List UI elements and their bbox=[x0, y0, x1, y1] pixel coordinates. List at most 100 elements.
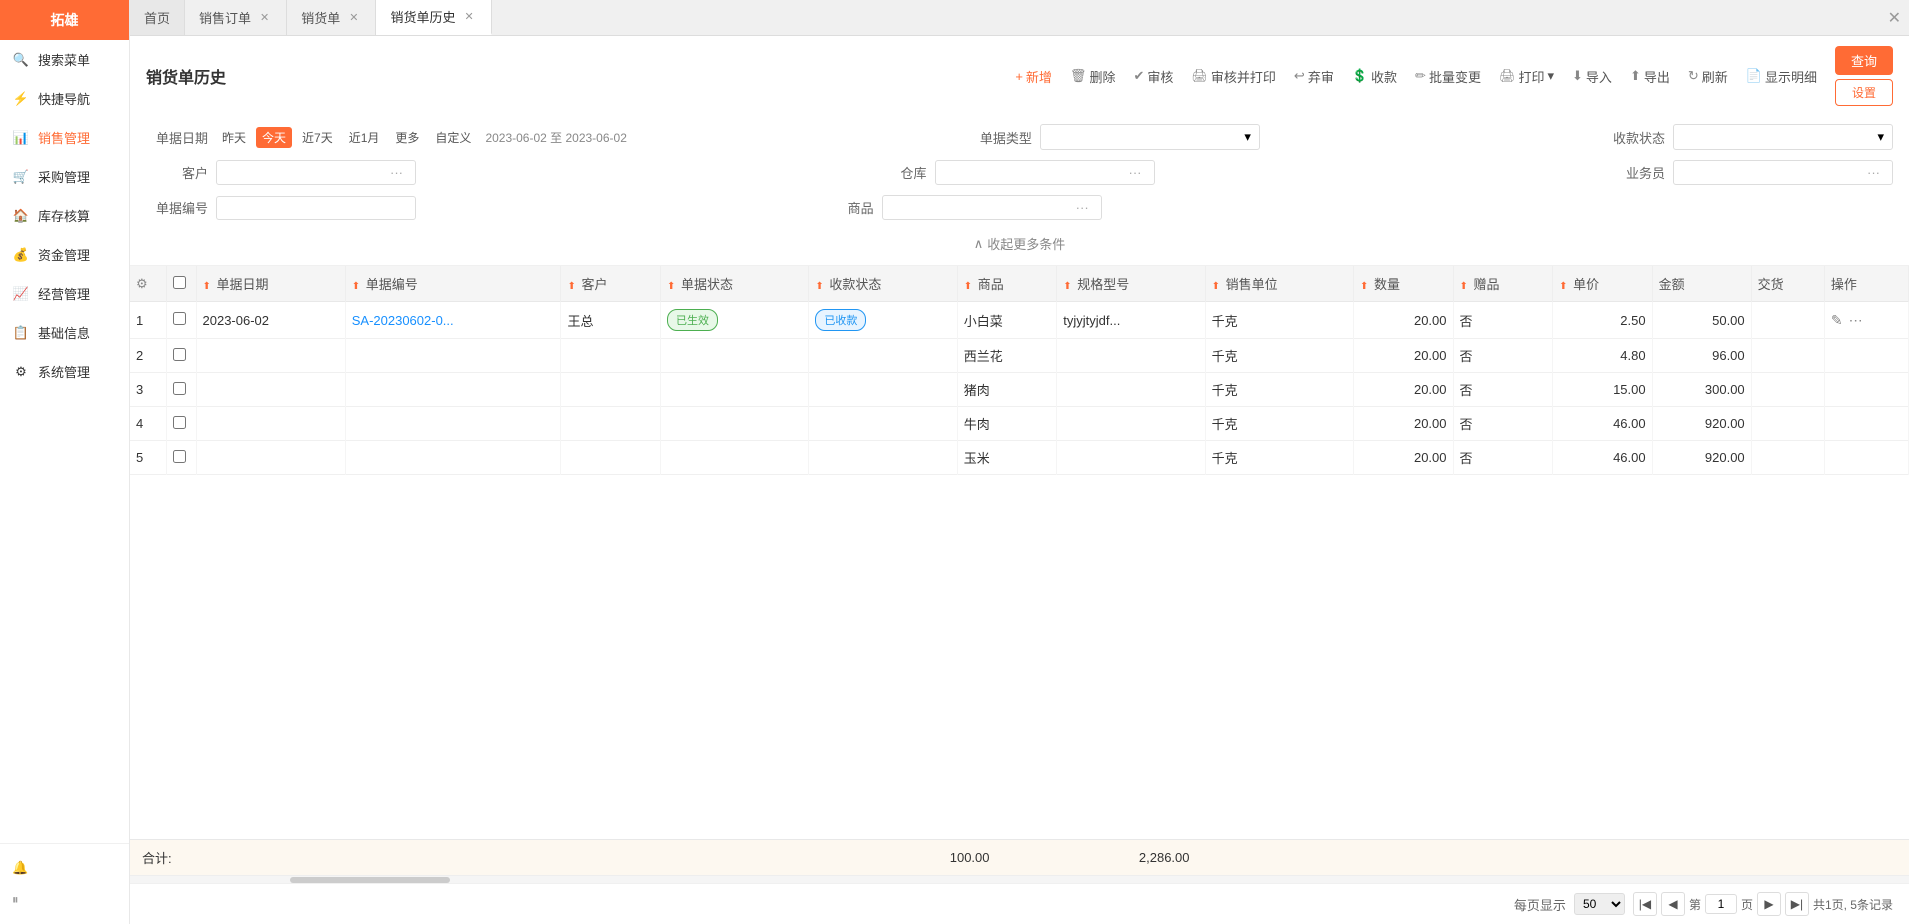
col-goods[interactable]: ⬆ 商品 bbox=[957, 266, 1057, 302]
new-button[interactable]: + 新增 bbox=[1007, 63, 1060, 90]
abandon-button[interactable]: ↩ 弃审 bbox=[1286, 63, 1342, 90]
col-settings[interactable]: ⚙ bbox=[130, 266, 166, 302]
tab-sales-history-close[interactable]: ✕ bbox=[462, 9, 477, 24]
tab-sales-delivery[interactable]: 销货单 ✕ bbox=[287, 0, 376, 35]
export-button[interactable]: ⬆ 导出 bbox=[1622, 63, 1678, 90]
tab-sales-order-close[interactable]: ✕ bbox=[257, 10, 272, 25]
sidebar-pause[interactable]: ⏸ bbox=[0, 884, 129, 916]
edit-icon[interactable]: ✎ bbox=[1831, 312, 1843, 329]
sidebar-bottom: 🔔 ⏸ bbox=[0, 843, 129, 924]
page-number-input[interactable] bbox=[1705, 894, 1737, 914]
customer-input[interactable] bbox=[225, 166, 386, 180]
tab-home[interactable]: 首页 bbox=[130, 0, 185, 35]
doc-no-link[interactable]: SA-20230602-0... bbox=[352, 313, 454, 328]
tab-sales-order[interactable]: 销售订单 ✕ bbox=[185, 0, 287, 35]
settings-button[interactable]: 设置 bbox=[1835, 79, 1893, 106]
col-qty[interactable]: ⬆ 数量 bbox=[1353, 266, 1453, 302]
date-opt-custom[interactable]: 自定义 bbox=[429, 127, 477, 148]
select-all-checkbox[interactable] bbox=[173, 276, 186, 289]
row-checkbox[interactable] bbox=[173, 312, 186, 325]
col-date[interactable]: ⬆ 单据日期 bbox=[196, 266, 345, 302]
col-unit-label: 销售单位 bbox=[1226, 277, 1278, 292]
col-pay-status[interactable]: ⬆ 收款状态 bbox=[809, 266, 957, 302]
sidebar-item-purchase-mgmt[interactable]: 🛒 采购管理 bbox=[0, 157, 129, 196]
sidebar-item-operations[interactable]: 📈 经营管理 bbox=[0, 274, 129, 313]
date-opt-today[interactable]: 今天 bbox=[256, 127, 292, 148]
page-size-select[interactable]: 20 50 100 200 bbox=[1574, 893, 1625, 915]
delete-button[interactable]: 🗑 删除 bbox=[1062, 63, 1124, 90]
col-unit[interactable]: ⬆ 销售单位 bbox=[1205, 266, 1353, 302]
row-checkbox-cell[interactable] bbox=[166, 407, 196, 441]
staff-input[interactable] bbox=[1682, 166, 1863, 180]
date-opt-1month[interactable]: 近1月 bbox=[343, 127, 386, 148]
tab-sales-delivery-close[interactable]: ✕ bbox=[346, 10, 361, 25]
tab-sales-history[interactable]: 销货单历史 ✕ bbox=[376, 0, 491, 35]
row-qty: 20.00 bbox=[1353, 373, 1453, 407]
row-trade bbox=[1751, 441, 1824, 475]
row-checkbox[interactable] bbox=[173, 416, 186, 429]
warehouse-input[interactable] bbox=[944, 166, 1125, 180]
sidebar-item-sales-mgmt[interactable]: 📊 销售管理 bbox=[0, 118, 129, 157]
next-page-button[interactable]: ▶ bbox=[1757, 892, 1781, 916]
show-detail-icon: 📄 bbox=[1746, 68, 1762, 84]
col-gift[interactable]: ⬆ 赠品 bbox=[1453, 266, 1553, 302]
query-button[interactable]: 查询 bbox=[1835, 46, 1893, 75]
col-price[interactable]: ⬆ 单价 bbox=[1553, 266, 1653, 302]
row-checkbox[interactable] bbox=[173, 348, 186, 361]
goods-dots[interactable]: ··· bbox=[1072, 200, 1093, 215]
first-page-button[interactable]: |◀ bbox=[1633, 892, 1657, 916]
scrollbar-thumb[interactable] bbox=[290, 877, 450, 883]
print-button[interactable]: 🖨 打印 ▾ bbox=[1491, 63, 1562, 90]
date-opt-yesterday[interactable]: 昨天 bbox=[216, 127, 252, 148]
refresh-button[interactable]: ↻ 刷新 bbox=[1680, 63, 1736, 90]
sidebar-item-finance[interactable]: 💰 资金管理 bbox=[0, 235, 129, 274]
goods-input[interactable] bbox=[891, 201, 1072, 215]
row-checkbox[interactable] bbox=[173, 450, 186, 463]
date-opt-7days[interactable]: 近7天 bbox=[296, 127, 339, 148]
last-page-button[interactable]: ▶| bbox=[1785, 892, 1809, 916]
row-checkbox[interactable] bbox=[173, 382, 186, 395]
sidebar-item-basic-info[interactable]: 📋 基础信息 bbox=[0, 313, 129, 352]
sidebar-notification[interactable]: 🔔 bbox=[0, 852, 129, 884]
col-doc-status[interactable]: ⬆ 单据状态 bbox=[660, 266, 808, 302]
sidebar-item-inventory[interactable]: 🏠 库存核算 bbox=[0, 196, 129, 235]
row-checkbox-cell[interactable] bbox=[166, 441, 196, 475]
settings-gear-icon[interactable]: ⚙ bbox=[136, 276, 148, 291]
sidebar-item-sys-mgmt[interactable]: ⚙ 系统管理 bbox=[0, 352, 129, 391]
audit-button[interactable]: ✔ 审核 bbox=[1125, 63, 1181, 90]
doc-type-select[interactable]: ▾ bbox=[1040, 124, 1260, 150]
col-no[interactable]: ⬆ 单据编号 bbox=[345, 266, 561, 302]
collect-button[interactable]: 💲 收款 bbox=[1344, 63, 1405, 90]
sidebar-item-search-menu[interactable]: 🔍 搜索菜单 bbox=[0, 40, 129, 79]
sys-mgmt-icon: ⚙ bbox=[12, 363, 30, 381]
doc-no-input[interactable] bbox=[216, 196, 416, 220]
col-spec[interactable]: ⬆ 规格型号 bbox=[1057, 266, 1205, 302]
horizontal-scrollbar[interactable] bbox=[130, 875, 1909, 883]
collapse-label: 收起更多条件 bbox=[987, 234, 1065, 253]
import-button[interactable]: ⬇ 导入 bbox=[1564, 63, 1620, 90]
tab-bar-close-all[interactable]: ✕ bbox=[1888, 8, 1909, 28]
warehouse-dots[interactable]: ··· bbox=[1125, 165, 1146, 180]
more-icon[interactable]: ⋯ bbox=[1849, 312, 1863, 329]
col-checkbox[interactable] bbox=[166, 266, 196, 302]
col-customer[interactable]: ⬆ 客户 bbox=[561, 266, 661, 302]
row-checkbox-cell[interactable] bbox=[166, 339, 196, 373]
table-row: 1 2023-06-02 SA-20230602-0... 王总 已生效 已收款… bbox=[130, 302, 1909, 339]
row-qty: 20.00 bbox=[1353, 339, 1453, 373]
prev-page-button[interactable]: ◀ bbox=[1661, 892, 1685, 916]
row-checkbox-cell[interactable] bbox=[166, 373, 196, 407]
batch-change-button[interactable]: ✏ 批量变更 bbox=[1407, 63, 1489, 90]
customer-dots[interactable]: ··· bbox=[386, 165, 407, 180]
purchase-mgmt-icon: 🛒 bbox=[12, 168, 30, 186]
collapse-up-icon: ∧ bbox=[974, 236, 984, 252]
row-doc-status bbox=[660, 339, 808, 373]
payment-status-select[interactable]: ▾ bbox=[1673, 124, 1893, 150]
collapse-button[interactable]: ∧ 收起更多条件 bbox=[146, 230, 1893, 257]
row-checkbox-cell[interactable] bbox=[166, 302, 196, 339]
audit-print-button[interactable]: 🖨 审核并打印 bbox=[1183, 63, 1284, 90]
staff-dots[interactable]: ··· bbox=[1863, 165, 1884, 180]
show-detail-button[interactable]: 📄 显示明细 bbox=[1738, 63, 1825, 90]
goods-label: 商品 bbox=[812, 198, 882, 217]
sidebar-item-quick-nav[interactable]: ⚡ 快捷导航 bbox=[0, 79, 129, 118]
date-opt-more[interactable]: 更多 bbox=[389, 127, 425, 148]
